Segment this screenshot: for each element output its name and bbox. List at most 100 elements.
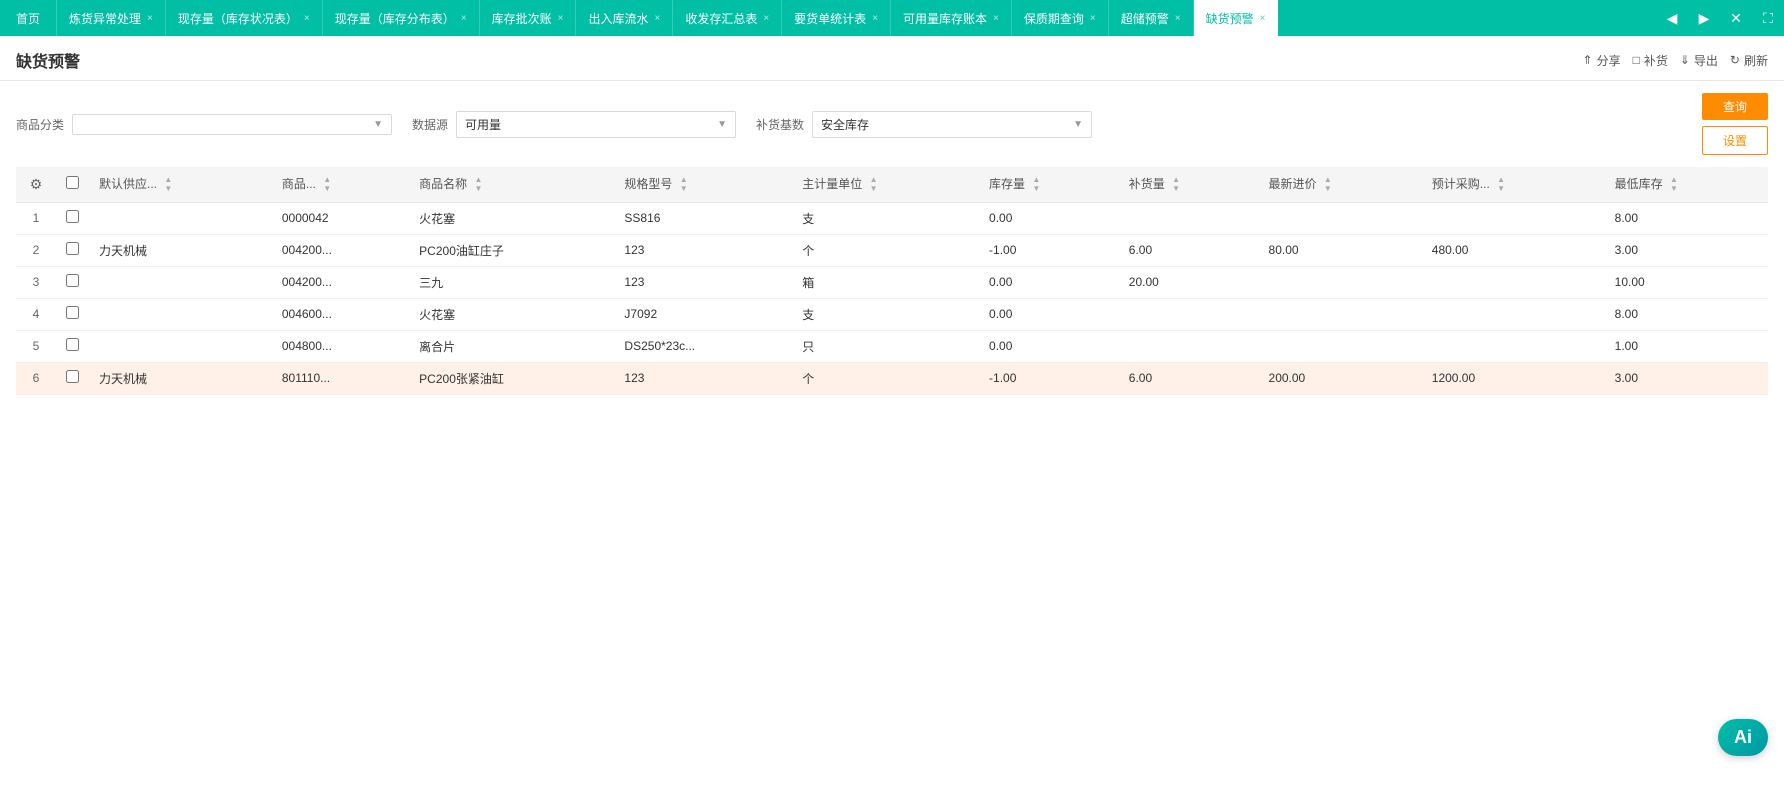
product-name-sort-icon: ▲▼ <box>475 176 483 194</box>
row-checkbox[interactable] <box>66 210 79 223</box>
tab-1[interactable]: 炼货异常处理 × <box>57 0 166 36</box>
close-tab-6[interactable]: × <box>763 13 769 24</box>
row-replenish-qty <box>1119 202 1259 234</box>
datasource-select[interactable]: 可用量 ▼ <box>456 111 736 138</box>
settings-button[interactable]: 设置 <box>1702 126 1768 155</box>
close-all-btn[interactable]: ✕ <box>1720 0 1752 36</box>
close-tab-4[interactable]: × <box>558 13 564 24</box>
row-checkbox[interactable] <box>66 242 79 255</box>
supplier-sort-icon: ▲▼ <box>164 176 172 194</box>
row-supplier <box>89 298 272 330</box>
close-tab-10[interactable]: × <box>1175 13 1181 24</box>
home-tab[interactable]: 首页 <box>0 0 57 36</box>
row-product-code: 004200... <box>272 234 409 266</box>
col-supplier[interactable]: 默认供应... ▲▼ <box>89 167 272 202</box>
header-actions: ⇑ 分享 □ 补货 ⇓ 导出 ↻ 刷新 <box>1583 52 1769 69</box>
share-icon: ⇑ <box>1583 53 1593 67</box>
replenish-button[interactable]: □ 补货 <box>1633 52 1668 69</box>
row-estimated-purchase <box>1422 330 1605 362</box>
category-select[interactable]: ▼ <box>72 114 392 135</box>
row-checkbox[interactable] <box>66 370 79 383</box>
col-min-stock[interactable]: 最低库存 ▲▼ <box>1605 167 1768 202</box>
close-tab-1[interactable]: × <box>147 13 153 24</box>
row-min-stock: 10.00 <box>1605 266 1768 298</box>
row-checkbox[interactable] <box>66 306 79 319</box>
unit-sort-icon: ▲▼ <box>870 176 878 194</box>
close-tab-2[interactable]: × <box>304 13 310 24</box>
next-tab-btn[interactable]: ▶ <box>1688 0 1720 36</box>
col-product-code[interactable]: 商品... ▲▼ <box>272 167 409 202</box>
prev-tab-btn[interactable]: ◀ <box>1656 0 1688 36</box>
row-stock: 0.00 <box>979 330 1119 362</box>
col-estimated-purchase[interactable]: 预计采购... ▲▼ <box>1422 167 1605 202</box>
tab-6[interactable]: 收发存汇总表 × <box>673 0 782 36</box>
row-number: 5 <box>16 330 56 362</box>
table-container: ⚙ 默认供应... ▲▼ 商品... ▲▼ 商品名称 <box>0 167 1784 395</box>
export-button[interactable]: ⇓ 导出 <box>1680 52 1718 69</box>
row-latest-price: 80.00 <box>1259 234 1422 266</box>
close-tab-7[interactable]: × <box>872 13 878 24</box>
col-checkbox <box>56 167 89 202</box>
category-filter: 商品分类 ▼ <box>16 114 392 135</box>
row-product-code: 801110... <box>272 362 409 394</box>
row-supplier: 力天机械 <box>89 362 272 394</box>
category-arrow-icon: ▼ <box>373 119 383 130</box>
row-product-code: 004600... <box>272 298 409 330</box>
row-estimated-purchase <box>1422 298 1605 330</box>
share-button[interactable]: ⇑ 分享 <box>1583 52 1621 69</box>
row-replenish-qty: 6.00 <box>1119 362 1259 394</box>
refresh-button[interactable]: ↻ 刷新 <box>1730 52 1768 69</box>
col-unit[interactable]: 主计量单位 ▲▼ <box>792 167 979 202</box>
row-checkbox-cell <box>56 234 89 266</box>
close-tab-8[interactable]: × <box>993 13 999 24</box>
tab-8[interactable]: 可用量库存账本 × <box>891 0 1012 36</box>
replenish-icon: □ <box>1633 53 1640 67</box>
fullscreen-btn[interactable]: ⛶ <box>1752 0 1784 36</box>
close-tab-5[interactable]: × <box>654 13 660 24</box>
select-all-checkbox[interactable] <box>66 176 79 189</box>
tab-4[interactable]: 库存批次账 × <box>480 0 577 36</box>
replenish-base-select[interactable]: 安全库存 ▼ <box>812 111 1092 138</box>
row-product-name: 三九 <box>409 266 614 298</box>
tab-11[interactable]: 缺货预警 × <box>1194 0 1279 36</box>
col-stock[interactable]: 库存量 ▲▼ <box>979 167 1119 202</box>
col-replenish-qty[interactable]: 补货量 ▲▼ <box>1119 167 1259 202</box>
filter-actions: 查询 设置 <box>1702 93 1768 155</box>
datasource-filter: 数据源 可用量 ▼ <box>412 111 736 138</box>
table-row: 3 004200... 三九 123 箱 0.00 20.00 10.00 <box>16 266 1768 298</box>
row-checkbox[interactable] <box>66 274 79 287</box>
col-spec[interactable]: 规格型号 ▲▼ <box>614 167 792 202</box>
latest-price-sort-icon: ▲▼ <box>1324 176 1332 194</box>
row-spec: J7092 <box>614 298 792 330</box>
row-unit: 个 <box>792 234 979 266</box>
close-tab-9[interactable]: × <box>1090 13 1096 24</box>
tab-9[interactable]: 保质期查询 × <box>1012 0 1109 36</box>
filter-bar: 商品分类 ▼ 数据源 可用量 ▼ 补货基数 安全库存 ▼ 查询 设置 <box>0 81 1784 167</box>
tab-10[interactable]: 超储预警 × <box>1109 0 1194 36</box>
row-estimated-purchase: 480.00 <box>1422 234 1605 266</box>
row-unit: 箱 <box>792 266 979 298</box>
row-latest-price <box>1259 298 1422 330</box>
row-min-stock: 8.00 <box>1605 298 1768 330</box>
row-product-code: 004800... <box>272 330 409 362</box>
export-icon: ⇓ <box>1680 53 1690 67</box>
row-spec: 123 <box>614 234 792 266</box>
col-product-name[interactable]: 商品名称 ▲▼ <box>409 167 614 202</box>
close-tab-11[interactable]: × <box>1260 13 1266 24</box>
page-content: 缺货预警 ⇑ 分享 □ 补货 ⇓ 导出 ↻ 刷新 商品分类 <box>0 36 1784 796</box>
gear-icon[interactable]: ⚙ <box>30 176 43 192</box>
row-checkbox-cell <box>56 362 89 394</box>
close-tab-3[interactable]: × <box>461 13 467 24</box>
col-latest-price[interactable]: 最新进价 ▲▼ <box>1259 167 1422 202</box>
row-product-name: 火花塞 <box>409 298 614 330</box>
tab-5[interactable]: 出入库流水 × <box>576 0 673 36</box>
query-button[interactable]: 查询 <box>1702 93 1768 120</box>
replenish-base-label: 补货基数 <box>756 116 804 133</box>
tab-3[interactable]: 现存量（库存分布表） × <box>323 0 480 36</box>
tab-2[interactable]: 现存量（库存状况表） × <box>166 0 323 36</box>
page-title: 缺货预警 <box>16 48 80 72</box>
datasource-value: 可用量 <box>465 116 501 133</box>
row-checkbox[interactable] <box>66 338 79 351</box>
ai-badge[interactable]: Ai <box>1718 719 1768 756</box>
tab-7[interactable]: 要货单统计表 × <box>782 0 891 36</box>
